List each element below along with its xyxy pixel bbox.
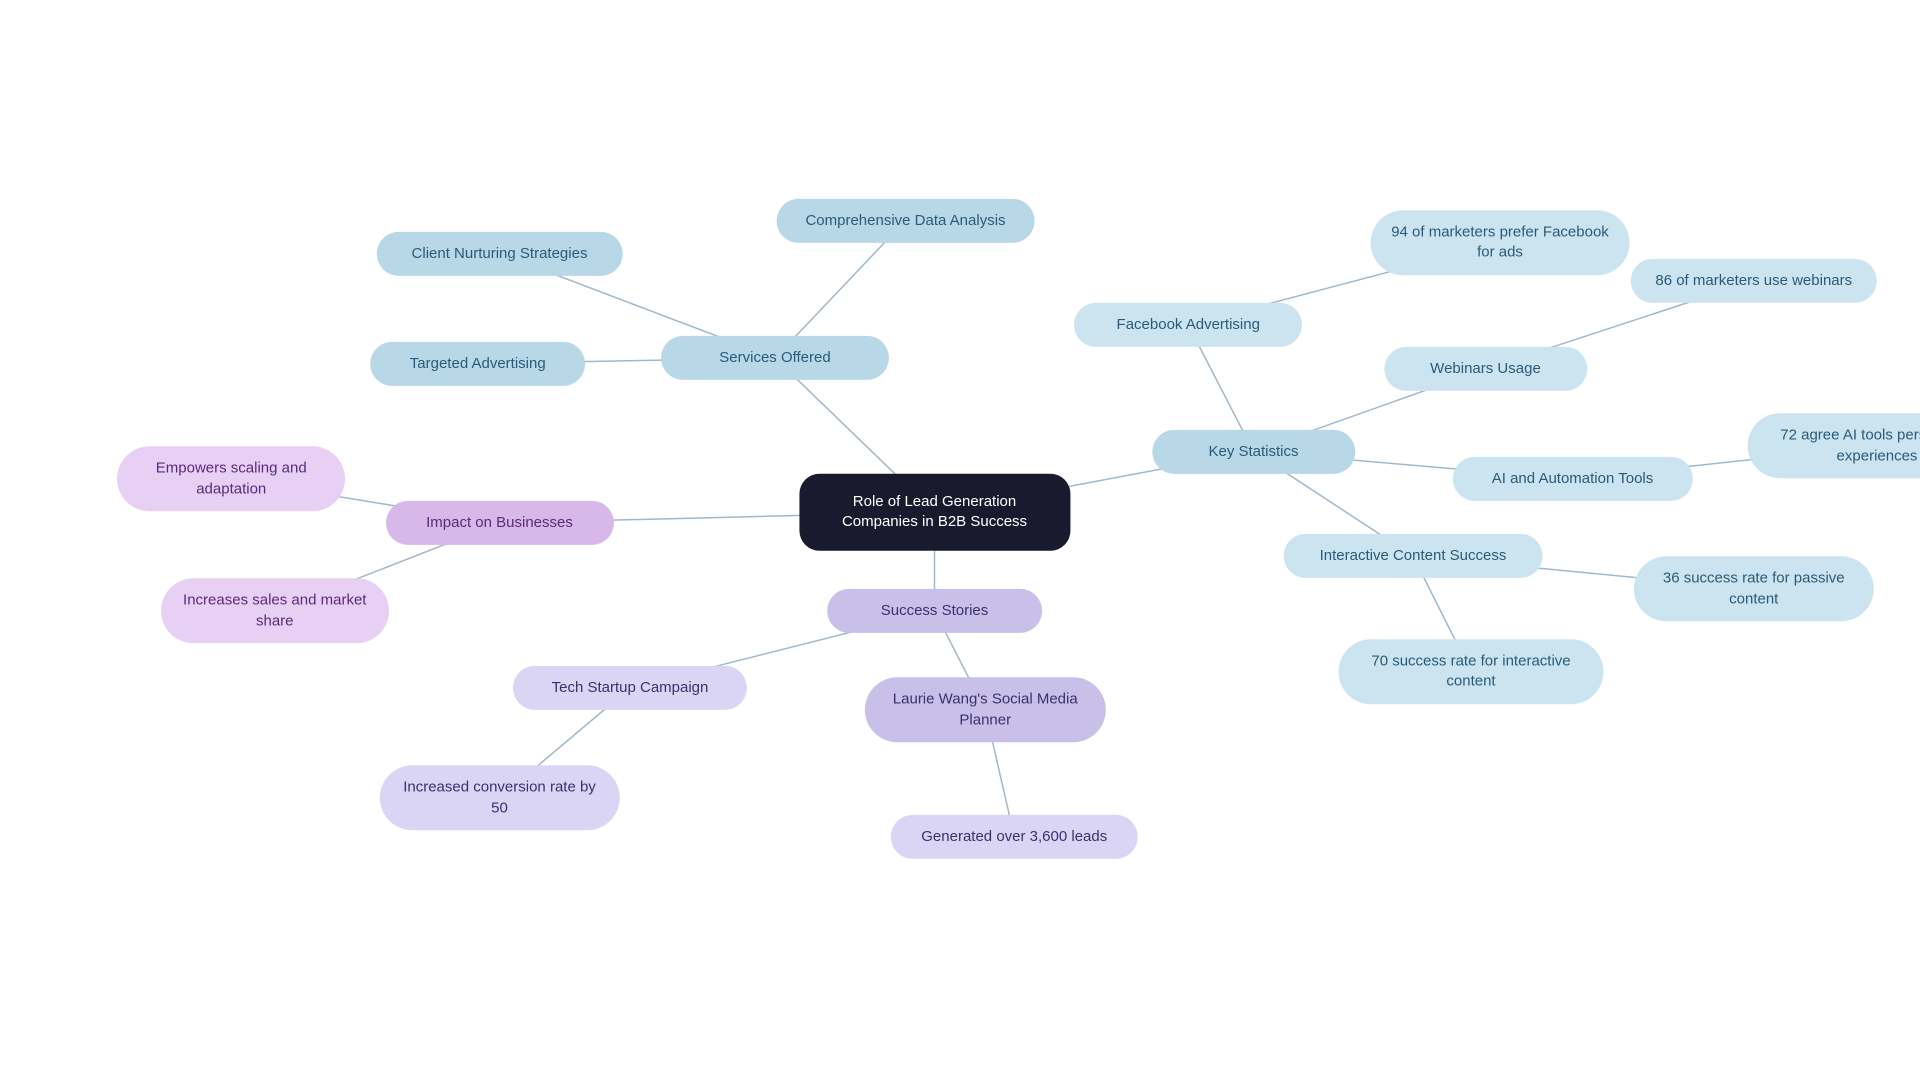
node-client_nurturing: Client Nurturing Strategies xyxy=(376,231,623,275)
node-generated_leads: Generated over 3,600 leads xyxy=(891,814,1138,858)
node-label-ai_personalize: 72 agree AI tools personalize experience… xyxy=(1768,426,1920,467)
node-impact_on_businesses: Impact on Businesses xyxy=(386,501,614,545)
node-label-webinars_usage: Webinars Usage xyxy=(1430,359,1541,379)
node-label-laurie_wang: Laurie Wang's Social Media Planner xyxy=(885,690,1085,731)
node-key_statistics: Key Statistics xyxy=(1152,429,1355,473)
node-label-center: Role of Lead Generation Companies in B2B… xyxy=(821,492,1048,533)
node-comprehensive_data: Comprehensive Data Analysis xyxy=(776,198,1035,242)
node-label-key_statistics: Key Statistics xyxy=(1208,441,1298,461)
node-label-ai_automation: AI and Automation Tools xyxy=(1492,469,1654,489)
node-webinars_usage: Webinars Usage xyxy=(1384,347,1587,391)
node-services_offered: Services Offered xyxy=(661,336,889,380)
node-tech_startup: Tech Startup Campaign xyxy=(513,666,747,710)
node-increases_sales: Increases sales and market share xyxy=(161,578,389,643)
node-marketers_facebook: 94 of marketers prefer Facebook for ads xyxy=(1371,210,1630,275)
node-label-marketers_facebook: 94 of marketers prefer Facebook for ads xyxy=(1391,222,1610,263)
node-increased_conversion: Increased conversion rate by 50 xyxy=(379,765,619,830)
node-label-services_offered: Services Offered xyxy=(719,348,830,368)
node-marketers_webinars: 86 of marketers use webinars xyxy=(1631,259,1878,303)
node-interactive_content: Interactive Content Success xyxy=(1284,534,1543,578)
node-label-increased_conversion: Increased conversion rate by 50 xyxy=(399,778,599,819)
node-label-tech_startup: Tech Startup Campaign xyxy=(552,678,709,698)
node-label-empowers_scaling: Empowers scaling and adaptation xyxy=(137,459,325,500)
node-label-impact_on_businesses: Impact on Businesses xyxy=(426,513,573,533)
node-label-facebook_advertising: Facebook Advertising xyxy=(1117,315,1260,335)
node-label-interactive_content: Interactive Content Success xyxy=(1320,546,1507,566)
node-ai_automation: AI and Automation Tools xyxy=(1452,457,1692,501)
node-label-generated_leads: Generated over 3,600 leads xyxy=(921,826,1107,846)
node-label-success_passive: 36 success rate for passive content xyxy=(1654,569,1854,610)
node-targeted_advertising: Targeted Advertising xyxy=(370,341,586,385)
node-label-success_interactive: 70 success rate for interactive content xyxy=(1359,651,1584,692)
node-ai_personalize: 72 agree AI tools personalize experience… xyxy=(1748,413,1920,478)
mindmap-container: Role of Lead Generation Companies in B2B… xyxy=(0,0,1920,1083)
node-success_passive: 36 success rate for passive content xyxy=(1634,556,1874,621)
node-laurie_wang: Laurie Wang's Social Media Planner xyxy=(865,677,1105,742)
node-success_interactive: 70 success rate for interactive content xyxy=(1339,639,1604,704)
node-label-increases_sales: Increases sales and market share xyxy=(181,591,369,632)
node-label-client_nurturing: Client Nurturing Strategies xyxy=(412,243,588,263)
node-label-comprehensive_data: Comprehensive Data Analysis xyxy=(805,210,1005,230)
node-center: Role of Lead Generation Companies in B2B… xyxy=(799,474,1070,551)
node-label-marketers_webinars: 86 of marketers use webinars xyxy=(1655,271,1852,291)
node-label-targeted_advertising: Targeted Advertising xyxy=(410,353,546,373)
node-label-success_stories: Success Stories xyxy=(881,601,989,621)
node-facebook_advertising: Facebook Advertising xyxy=(1074,303,1302,347)
node-success_stories: Success Stories xyxy=(827,589,1043,633)
node-empowers_scaling: Empowers scaling and adaptation xyxy=(117,446,345,511)
